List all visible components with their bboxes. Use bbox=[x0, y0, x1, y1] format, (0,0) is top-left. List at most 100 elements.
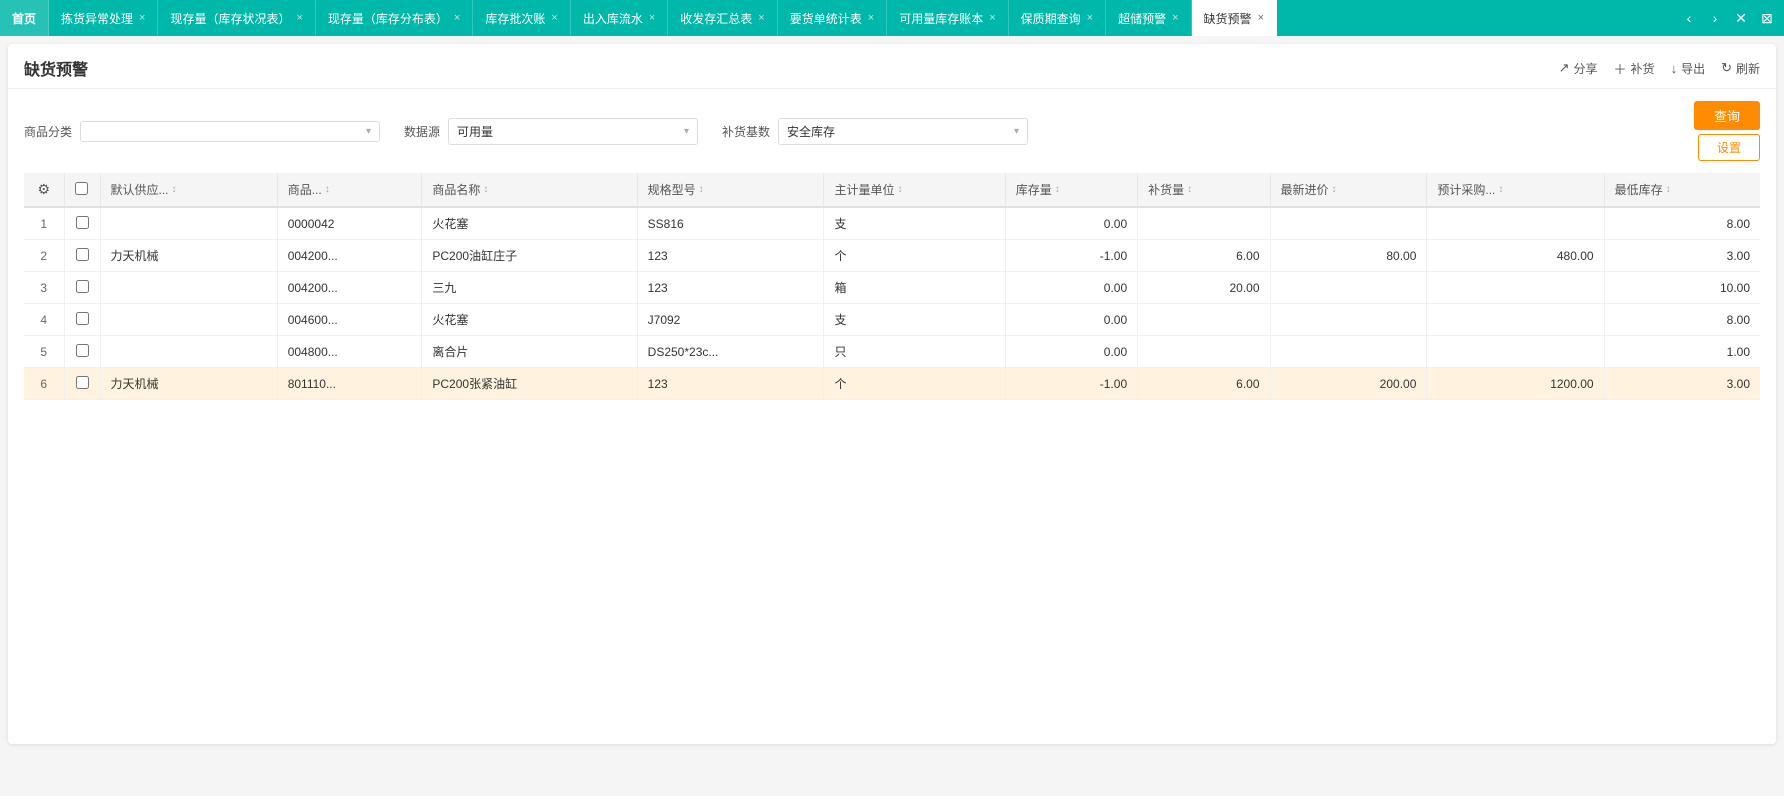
col-min-stock-label: 最低库存 bbox=[1615, 181, 1663, 198]
row-min-stock: 3.00 bbox=[1604, 368, 1760, 400]
row-min-stock: 3.00 bbox=[1604, 240, 1760, 272]
tab-collect-summary[interactable]: 收发存汇总表 × bbox=[668, 0, 777, 36]
row-checkbox[interactable] bbox=[76, 344, 89, 357]
row-checkbox[interactable] bbox=[76, 376, 89, 389]
category-select[interactable]: ▾ bbox=[80, 121, 380, 142]
col-unit-sort-icon[interactable]: ↕ bbox=[897, 184, 902, 195]
col-est-purchase-sort-icon[interactable]: ↕ bbox=[1498, 184, 1503, 195]
row-min-stock: 8.00 bbox=[1604, 207, 1760, 240]
row-checkbox-cell bbox=[64, 336, 100, 368]
tab-exception[interactable]: 拣货异常处理 × bbox=[49, 0, 158, 36]
table-gear-icon[interactable]: ⚙ bbox=[37, 181, 50, 198]
row-replenish-qty bbox=[1138, 304, 1270, 336]
tab-inventory-dist[interactable]: 现存量（库存分布表） × bbox=[316, 0, 473, 36]
col-supplier-sort-icon[interactable]: ↕ bbox=[172, 184, 177, 195]
nav-prev-button[interactable]: ‹ bbox=[1676, 5, 1702, 31]
share-button[interactable]: ↗ 分享 bbox=[1559, 60, 1598, 77]
col-spec-sort-icon[interactable]: ↕ bbox=[699, 184, 704, 195]
data-table: ⚙ 默认供应... ↕ 商品... bbox=[24, 173, 1760, 400]
tab-inout-flow[interactable]: 出入库流水 × bbox=[571, 0, 668, 36]
col-spec: 规格型号 ↕ bbox=[637, 173, 824, 207]
tab-order-stats[interactable]: 要货单统计表 × bbox=[778, 0, 887, 36]
tab-inventory-dist-label: 现存量（库存分布表） bbox=[328, 10, 448, 27]
refresh-button[interactable]: ↻ 刷新 bbox=[1721, 60, 1760, 77]
row-unit: 箱 bbox=[824, 272, 1005, 304]
col-min-stock-sort-icon[interactable]: ↕ bbox=[1666, 184, 1671, 195]
replenish-button[interactable]: ＋ 补货 bbox=[1614, 59, 1655, 78]
col-unit-label: 主计量单位 bbox=[834, 181, 894, 198]
nav-close-all-button[interactable]: ⊠ bbox=[1754, 5, 1780, 31]
col-gear: ⚙ bbox=[24, 173, 64, 207]
page-title: 缺货预警 bbox=[24, 56, 1559, 80]
col-replenish-qty-sort-icon[interactable]: ↕ bbox=[1187, 184, 1192, 195]
tab-exception-close[interactable]: × bbox=[139, 12, 145, 24]
tab-collect-summary-close[interactable]: × bbox=[758, 12, 764, 24]
row-checkbox[interactable] bbox=[76, 248, 89, 261]
row-checkbox-cell bbox=[64, 207, 100, 240]
tab-order-stats-close[interactable]: × bbox=[868, 12, 874, 24]
row-supplier bbox=[100, 272, 277, 304]
tab-inventory-dist-close[interactable]: × bbox=[454, 12, 460, 24]
col-goods-code: 商品... ↕ bbox=[277, 173, 422, 207]
tab-expiry-query-label: 保质期查询 bbox=[1021, 10, 1081, 27]
row-replenish-qty: 20.00 bbox=[1138, 272, 1270, 304]
tab-available-ledger[interactable]: 可用量库存账本 × bbox=[887, 0, 1008, 36]
tab-inventory-status-label: 现存量（库存状况表） bbox=[170, 10, 290, 27]
col-latest-price-sort-icon[interactable]: ↕ bbox=[1332, 184, 1337, 195]
export-button[interactable]: ↓ 导出 bbox=[1671, 60, 1706, 77]
row-num-cell: 5 bbox=[24, 336, 64, 368]
tab-inout-flow-label: 出入库流水 bbox=[583, 10, 643, 27]
replenish-base-dropdown-arrow-icon: ▾ bbox=[1014, 126, 1019, 137]
tab-overstock[interactable]: 超储预警 × bbox=[1106, 0, 1191, 36]
row-supplier: 力天机械 bbox=[100, 240, 277, 272]
row-checkbox[interactable] bbox=[76, 280, 89, 293]
nav-next-button[interactable]: › bbox=[1702, 5, 1728, 31]
table-body: 1 0000042 火花塞 SS816 支 0.00 8.00 2 力天机械 0… bbox=[24, 207, 1760, 400]
row-stock: 0.00 bbox=[1005, 207, 1137, 240]
tab-inout-flow-close[interactable]: × bbox=[649, 12, 655, 24]
tab-batch-account[interactable]: 库存批次账 × bbox=[473, 0, 570, 36]
row-supplier bbox=[100, 304, 277, 336]
tab-inventory-status-close[interactable]: × bbox=[296, 12, 302, 24]
nav-close-other-button[interactable]: ✕ bbox=[1728, 5, 1754, 31]
tab-overstock-close[interactable]: × bbox=[1172, 12, 1178, 24]
col-checkbox bbox=[64, 173, 100, 207]
row-checkbox[interactable] bbox=[76, 312, 89, 325]
row-spec: J7092 bbox=[637, 304, 824, 336]
tab-home[interactable]: 首页 bbox=[0, 0, 49, 36]
col-min-stock: 最低库存 ↕ bbox=[1604, 173, 1760, 207]
settings-button[interactable]: 设置 bbox=[1698, 134, 1760, 161]
row-goods-code: 004200... bbox=[277, 240, 422, 272]
tab-exception-label: 拣货异常处理 bbox=[61, 10, 133, 27]
datasource-select[interactable]: 可用量 ▾ bbox=[448, 118, 698, 145]
row-number: 5 bbox=[40, 345, 47, 359]
tab-expiry-query-close[interactable]: × bbox=[1087, 12, 1093, 24]
col-goods-name-sort-icon[interactable]: ↕ bbox=[483, 184, 488, 195]
row-spec: 123 bbox=[637, 272, 824, 304]
row-checkbox-cell bbox=[64, 368, 100, 400]
col-supplier-label: 默认供应... bbox=[111, 181, 169, 198]
datasource-dropdown-arrow-icon: ▾ bbox=[684, 126, 689, 137]
row-latest-price bbox=[1270, 207, 1427, 240]
col-goods-code-sort-icon[interactable]: ↕ bbox=[325, 184, 330, 195]
table-row: 2 力天机械 004200... PC200油缸庄子 123 个 -1.00 6… bbox=[24, 240, 1760, 272]
query-button[interactable]: 查询 bbox=[1694, 101, 1760, 130]
tab-expiry-query[interactable]: 保质期查询 × bbox=[1009, 0, 1106, 36]
row-goods-name: PC200张紧油缸 bbox=[422, 368, 637, 400]
row-checkbox[interactable] bbox=[76, 216, 89, 229]
tab-inventory-status[interactable]: 现存量（库存状况表） × bbox=[158, 0, 315, 36]
replenish-base-select[interactable]: 安全库存 ▾ bbox=[778, 118, 1028, 145]
row-est-purchase bbox=[1427, 336, 1604, 368]
tab-stockout[interactable]: 缺货预警 × bbox=[1192, 0, 1277, 36]
page-header: 缺货预警 ↗ 分享 ＋ 补货 ↓ 导出 ↻ 刷新 bbox=[8, 44, 1776, 89]
nav-controls: ‹ › ✕ ⊠ bbox=[1672, 5, 1784, 31]
tab-batch-account-close[interactable]: × bbox=[551, 12, 557, 24]
tab-available-ledger-close[interactable]: × bbox=[989, 12, 995, 24]
row-latest-price: 200.00 bbox=[1270, 368, 1427, 400]
row-supplier bbox=[100, 207, 277, 240]
col-stock-sort-icon[interactable]: ↕ bbox=[1055, 184, 1060, 195]
select-all-checkbox[interactable] bbox=[75, 182, 88, 195]
tab-stockout-close[interactable]: × bbox=[1258, 12, 1264, 24]
filter-actions: 查询 设置 bbox=[1694, 101, 1760, 161]
row-number: 3 bbox=[40, 281, 47, 295]
